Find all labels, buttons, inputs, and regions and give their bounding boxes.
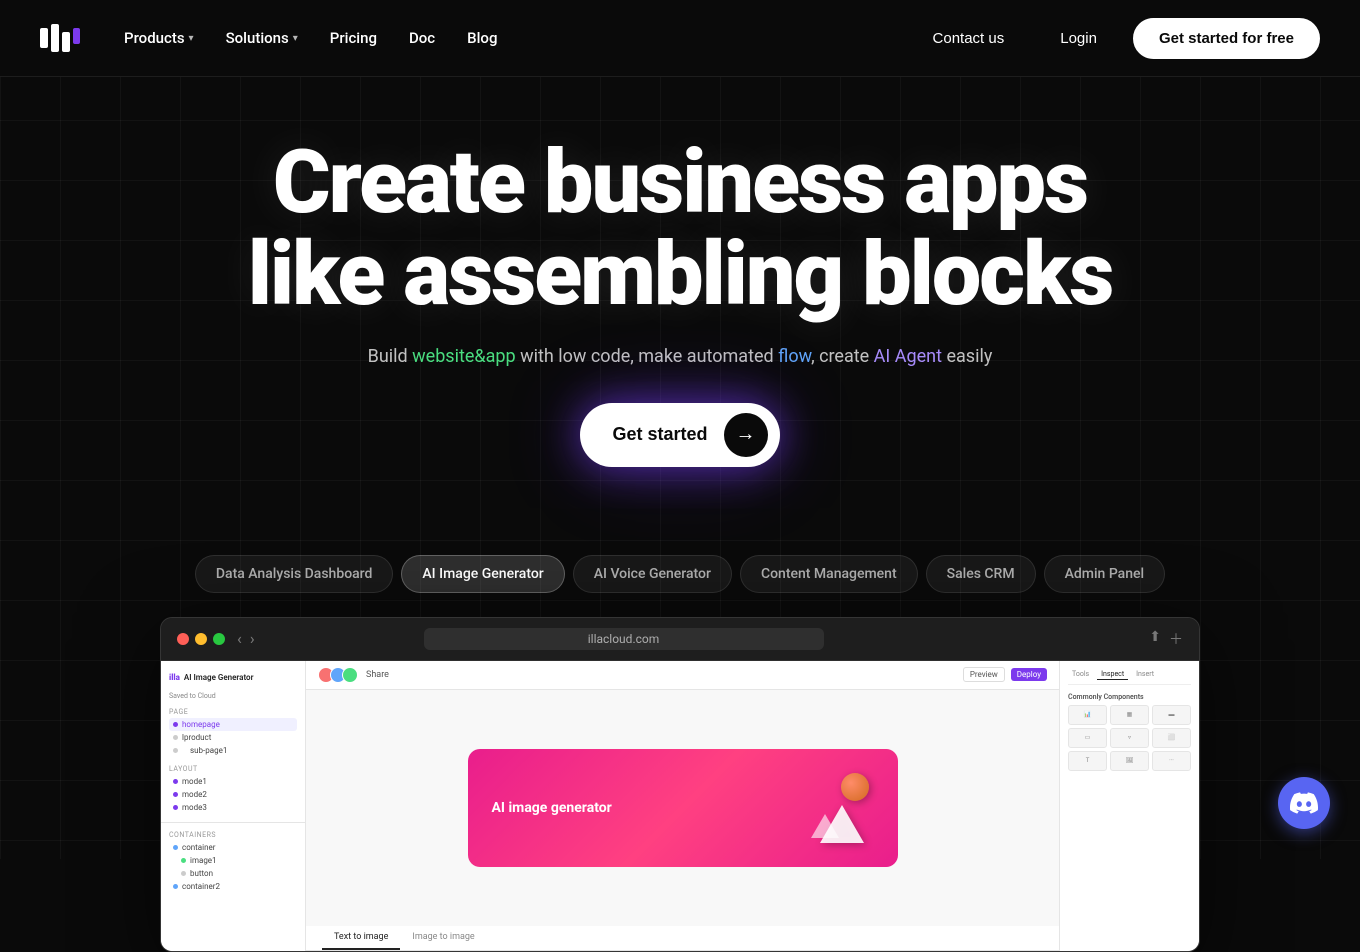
pages-section: PAGE homepage lproduct sub-page1 <box>161 706 305 759</box>
chevron-down-icon: ▾ <box>293 33 298 44</box>
component-input[interactable]: ▭ <box>1068 728 1107 748</box>
browser-window: ‹ › illacloud.com ⬆ ＋ illa AI Image Gene… <box>160 617 1200 952</box>
component-button[interactable]: ⬜ <box>1152 728 1191 748</box>
preview-button[interactable]: Preview <box>963 667 1005 682</box>
containers-section: CONTAINERS container image1 button <box>161 829 305 895</box>
sidebar-item-container2[interactable]: container2 <box>169 880 297 893</box>
discord-icon <box>1290 789 1318 817</box>
browser-navigation: ‹ › <box>237 629 255 648</box>
get-started-for-free-button[interactable]: Get started for free <box>1133 18 1320 59</box>
app-sidebar-header: illa AI Image Generator <box>161 669 305 686</box>
app-sidebar: illa AI Image Generator Saved to Cloud P… <box>161 661 306 951</box>
card-title: AI image generator <box>492 800 612 816</box>
topbar-left: Share <box>318 667 389 683</box>
avatar-3 <box>342 667 358 683</box>
components-label: Commonly Components <box>1068 693 1191 701</box>
get-started-button[interactable]: Get started → <box>580 403 779 467</box>
logo[interactable] <box>40 24 80 52</box>
contact-us-button[interactable]: Contact us <box>913 22 1025 55</box>
save-status: Saved to Cloud <box>161 690 305 702</box>
forward-icon[interactable]: › <box>250 629 255 648</box>
share-text[interactable]: Share <box>366 670 389 680</box>
tab-sales-crm[interactable]: Sales CRM <box>926 555 1036 593</box>
layout-label: LAYOUT <box>169 765 297 773</box>
topbar-right: Preview Deploy <box>963 667 1047 682</box>
nav-item-pricing[interactable]: Pricing <box>318 23 389 53</box>
sidebar-item-mode1[interactable]: mode1 <box>169 775 297 788</box>
sidebar-item-button1[interactable]: button <box>169 867 297 880</box>
canvas-tabs: Text to image Image to image <box>306 926 1059 951</box>
right-tab-tools[interactable]: Tools <box>1068 669 1093 680</box>
nav-right: Contact us Login Get started for free <box>913 18 1320 59</box>
ai-image-generator-card: AI image generator <box>468 749 898 867</box>
sidebar-item-image1[interactable]: image1 <box>169 854 297 867</box>
component-bar[interactable]: ▬ <box>1152 705 1191 725</box>
right-tab-insert[interactable]: Insert <box>1132 669 1158 680</box>
deploy-button[interactable]: Deploy <box>1011 668 1047 681</box>
sidebar-item-mode2[interactable]: mode2 <box>169 788 297 801</box>
close-window-button[interactable] <box>177 633 189 645</box>
nav-items: Products ▾ Solutions ▾ Pricing Doc Blog <box>112 23 509 53</box>
address-bar[interactable]: illacloud.com <box>424 628 824 650</box>
chevron-down-icon: ▾ <box>189 33 194 44</box>
sidebar-item-lproduct[interactable]: lproduct <box>169 731 297 744</box>
canvas-tab-text-to-image[interactable]: Text to image <box>322 926 400 950</box>
nav-item-products[interactable]: Products ▾ <box>112 23 206 53</box>
user-avatars <box>318 667 358 683</box>
arrow-icon: → <box>724 413 768 457</box>
tab-content-management[interactable]: Content Management <box>740 555 918 593</box>
app-name: AI Image Generator <box>184 673 254 682</box>
sidebar-item-subpage[interactable]: sub-page1 <box>169 744 297 757</box>
sidebar-item-container1[interactable]: container <box>169 841 297 854</box>
component-image[interactable]: 🖼 <box>1110 751 1149 771</box>
login-button[interactable]: Login <box>1040 22 1117 55</box>
app-topbar: Share Preview Deploy <box>306 661 1059 690</box>
right-panel-tabs: Tools Inspect Insert <box>1068 669 1191 685</box>
pages-label: PAGE <box>169 708 297 716</box>
nav-item-blog[interactable]: Blog <box>455 23 509 53</box>
share-icon[interactable]: ⬆ <box>1149 629 1161 649</box>
tab-ai-voice-generator[interactable]: AI Voice Generator <box>573 555 732 593</box>
canvas-content: AI image generator <box>306 690 1059 926</box>
layout-section: LAYOUT mode1 mode2 mode3 <box>161 763 305 816</box>
3d-illustration <box>794 773 874 843</box>
tab-admin-panel[interactable]: Admin Panel <box>1044 555 1165 593</box>
discord-button[interactable] <box>1278 777 1330 829</box>
sidebar-item-mode3[interactable]: mode3 <box>169 801 297 814</box>
minimize-window-button[interactable] <box>195 633 207 645</box>
back-icon[interactable]: ‹ <box>237 629 242 648</box>
app-canvas: Share Preview Deploy AI image generator <box>306 661 1059 951</box>
component-chart[interactable]: 📊 <box>1068 705 1107 725</box>
component-table[interactable]: ▦ <box>1110 705 1149 725</box>
canvas-tab-image-to-image[interactable]: Image to image <box>400 926 486 950</box>
component-select[interactable]: ▿ <box>1110 728 1149 748</box>
nav-item-solutions[interactable]: Solutions ▾ <box>214 23 310 53</box>
demo-tabs: Data Analysis Dashboard AI Image Generat… <box>0 555 1360 593</box>
browser-bar: ‹ › illacloud.com ⬆ ＋ <box>161 618 1199 661</box>
preview-section: ‹ › illacloud.com ⬆ ＋ illa AI Image Gene… <box>0 617 1360 952</box>
app-content: illa AI Image Generator Saved to Cloud P… <box>161 661 1199 951</box>
maximize-window-button[interactable] <box>213 633 225 645</box>
tab-data-analysis[interactable]: Data Analysis Dashboard <box>195 555 394 593</box>
nav-item-doc[interactable]: Doc <box>397 23 447 53</box>
right-tab-inspect[interactable]: Inspect <box>1097 669 1128 680</box>
hero-title: Create business apps like assembling blo… <box>20 137 1340 322</box>
hero-subtitle: Build website&app with low code, make au… <box>20 346 1340 367</box>
hero-cta-wrapper: Get started → <box>20 403 1340 467</box>
app-logo: illa <box>169 673 180 682</box>
tab-ai-image-generator[interactable]: AI Image Generator <box>401 555 564 593</box>
app-right-panel: Tools Inspect Insert Commonly Components… <box>1059 661 1199 951</box>
nav-left: Products ▾ Solutions ▾ Pricing Doc Blog <box>40 23 509 53</box>
new-tab-icon[interactable]: ＋ <box>1169 629 1183 649</box>
sphere-shape <box>841 773 869 801</box>
component-more[interactable]: ··· <box>1152 751 1191 771</box>
navbar: Products ▾ Solutions ▾ Pricing Doc Blog … <box>0 0 1360 77</box>
component-grid: 📊 ▦ ▬ ▭ ▿ ⬜ T 🖼 ··· <box>1068 705 1191 771</box>
sidebar-item-homepage[interactable]: homepage <box>169 718 297 731</box>
browser-actions: ⬆ ＋ <box>1149 629 1183 649</box>
traffic-lights <box>177 633 225 645</box>
hero-section: Create business apps like assembling blo… <box>0 77 1360 555</box>
component-text[interactable]: T <box>1068 751 1107 771</box>
pyramid-small-shape <box>811 814 839 838</box>
